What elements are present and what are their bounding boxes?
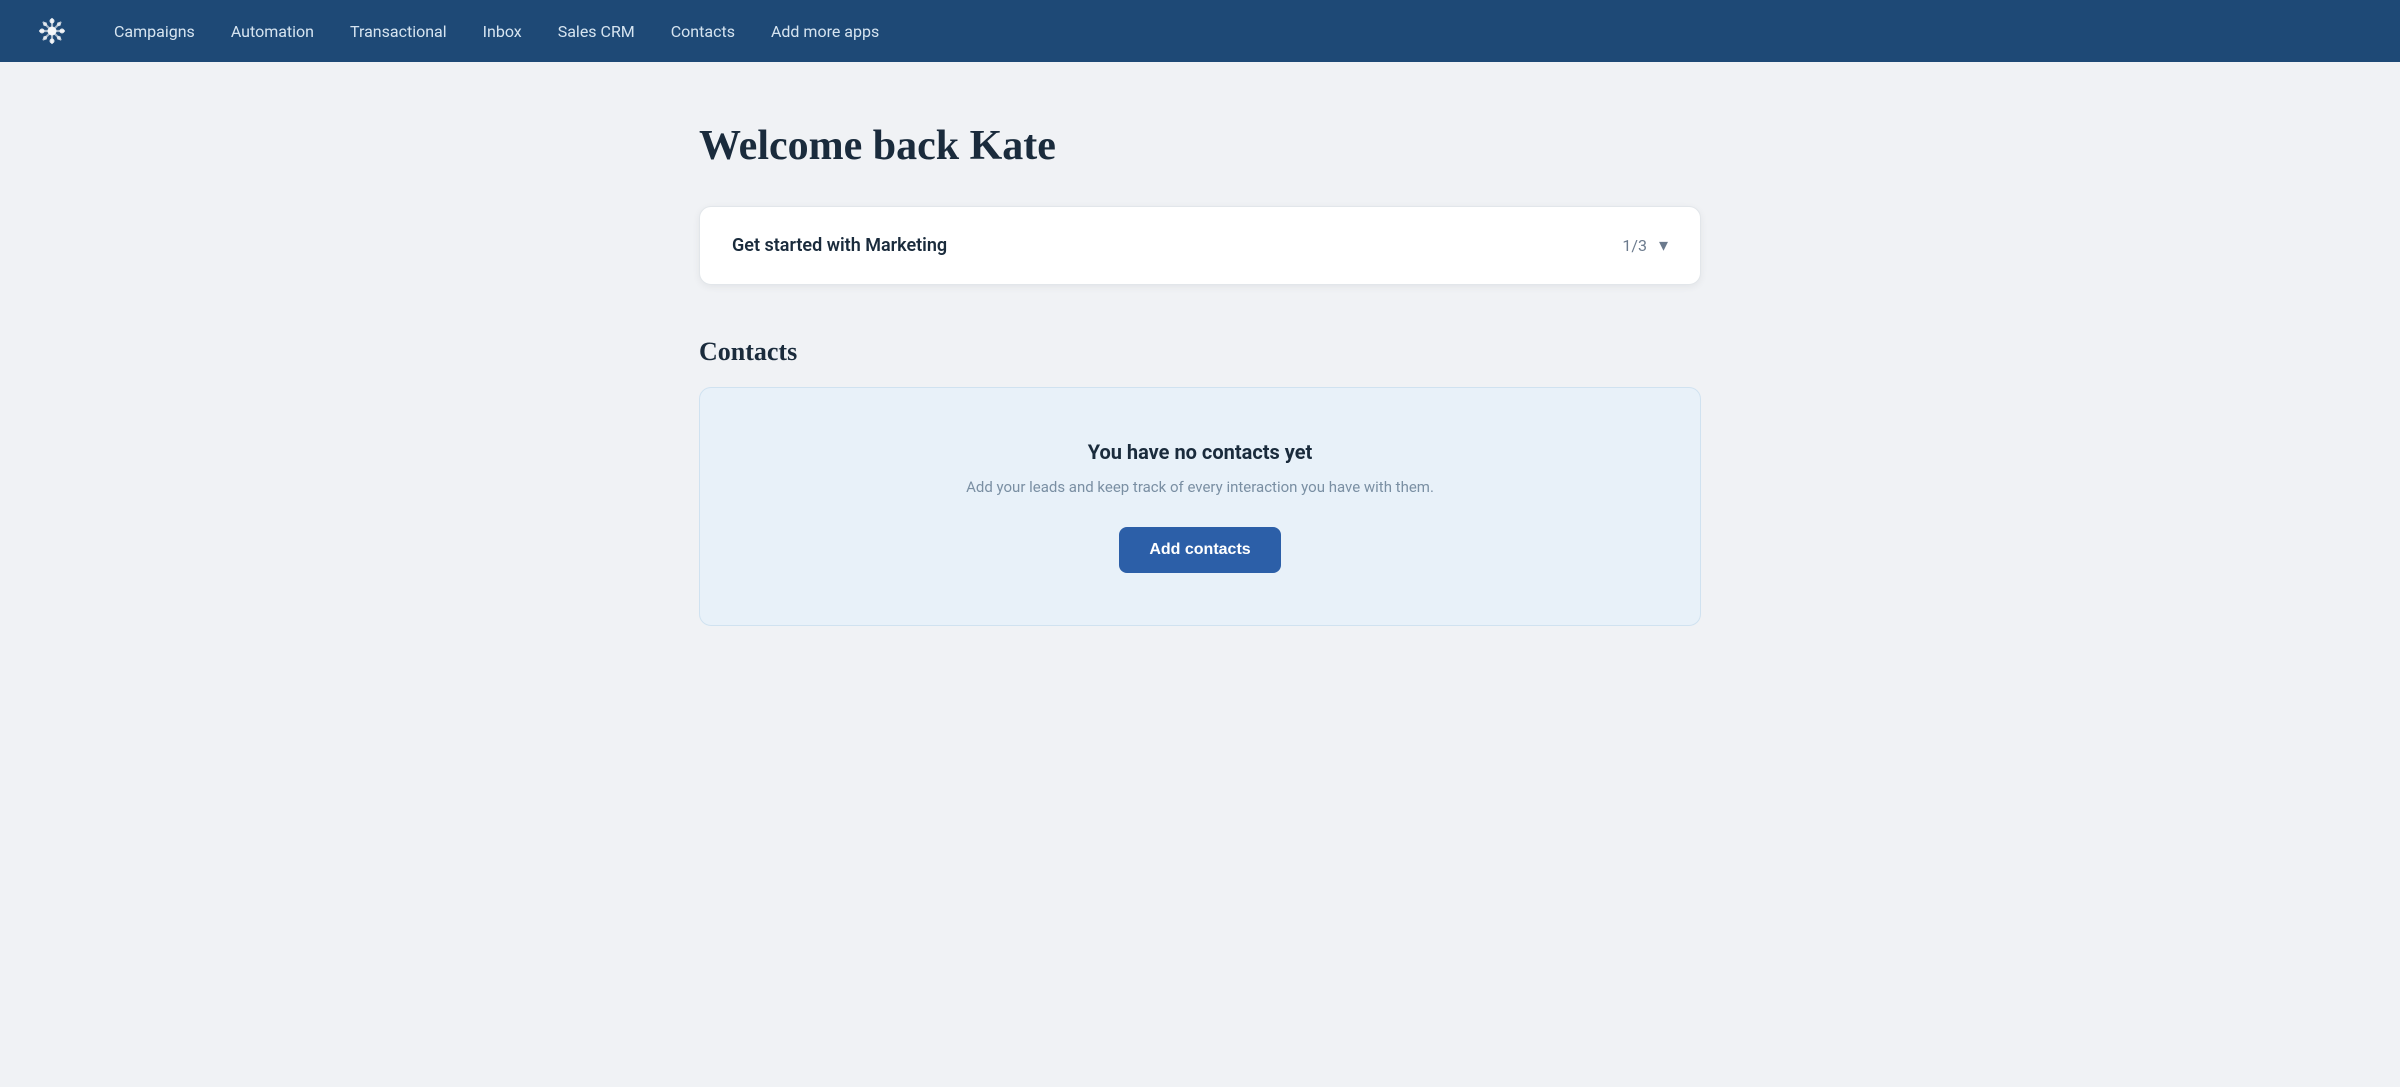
navbar: Campaigns Automation Transactional Inbox… xyxy=(0,0,2400,62)
contacts-section: Contacts You have no contacts yet Add yo… xyxy=(699,337,1701,626)
nav-item-contacts[interactable]: Contacts xyxy=(657,14,749,49)
chevron-down-icon: ▾ xyxy=(1659,237,1668,255)
add-contacts-button[interactable]: Add contacts xyxy=(1119,527,1280,573)
nav-links: Campaigns Automation Transactional Inbox… xyxy=(100,22,893,41)
nav-item-inbox[interactable]: Inbox xyxy=(469,14,536,49)
contacts-section-title: Contacts xyxy=(699,337,1701,367)
logo[interactable] xyxy=(32,11,72,51)
contacts-empty-card: You have no contacts yet Add your leads … xyxy=(699,387,1701,626)
get-started-progress: 1/3 xyxy=(1622,236,1647,255)
contacts-empty-title: You have no contacts yet xyxy=(1088,440,1313,464)
contacts-empty-subtitle: Add your leads and keep track of every i… xyxy=(966,476,1434,499)
nav-item-sales-crm[interactable]: Sales CRM xyxy=(544,14,649,49)
nav-item-add-more-apps[interactable]: Add more apps xyxy=(757,14,893,49)
get-started-card[interactable]: Get started with Marketing 1/3 ▾ xyxy=(699,206,1701,285)
welcome-title: Welcome back Kate xyxy=(699,122,1701,170)
nav-item-transactional[interactable]: Transactional xyxy=(336,14,461,49)
main-content: Welcome back Kate Get started with Marke… xyxy=(675,62,1725,666)
get-started-right: 1/3 ▾ xyxy=(1622,236,1668,255)
nav-item-automation[interactable]: Automation xyxy=(217,14,328,49)
nav-item-campaigns[interactable]: Campaigns xyxy=(100,14,209,49)
get-started-label: Get started with Marketing xyxy=(732,235,947,256)
